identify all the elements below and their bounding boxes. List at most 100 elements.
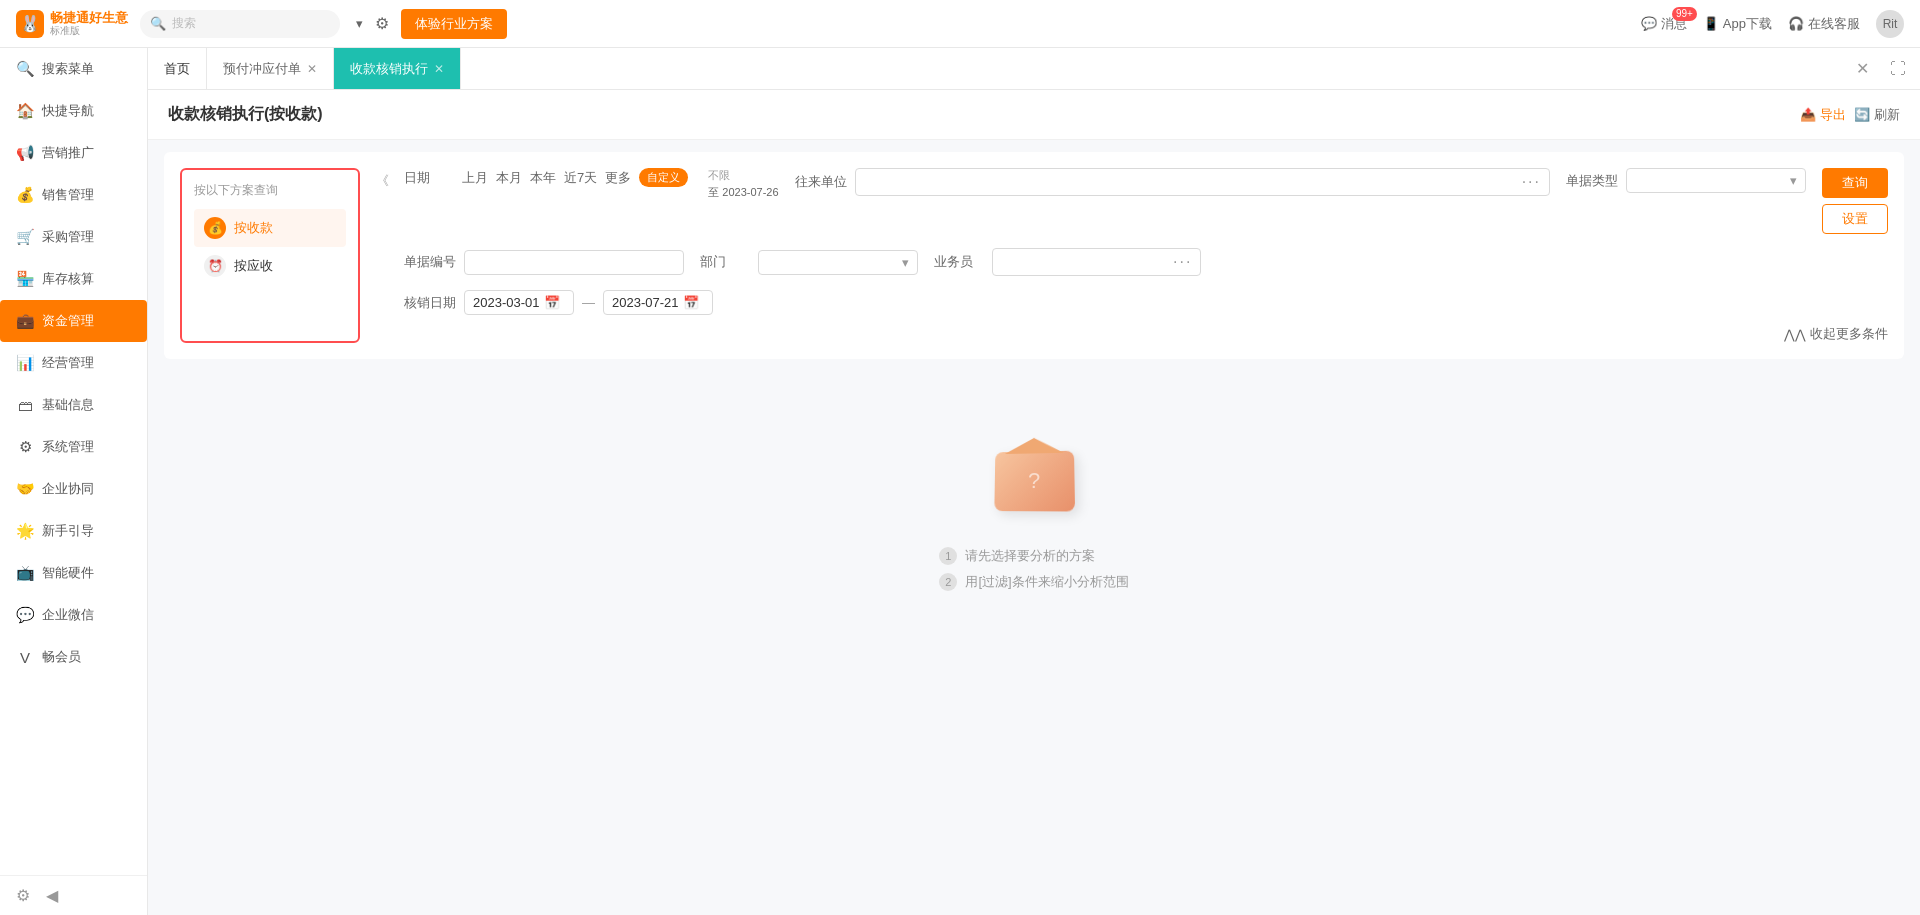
expand-tab-icon[interactable]: ⛶: [1884, 55, 1912, 83]
sidebar-icon-system: ⚙: [16, 438, 34, 456]
collapse-filter-button[interactable]: 《: [372, 168, 392, 343]
doc-no-input[interactable]: [473, 255, 675, 270]
counterpart-dots[interactable]: ···: [1522, 173, 1541, 191]
logo: 🐰 畅捷通好生意 标准版: [16, 10, 128, 38]
sidebar-label-basic: 基础信息: [42, 396, 94, 414]
search-bar[interactable]: 🔍 搜索: [140, 10, 340, 38]
date-7days[interactable]: 近7天: [564, 169, 597, 187]
doc-no-label: 单据编号: [404, 253, 456, 271]
filter-receipt-label: 按收款: [234, 219, 273, 237]
sidebar-item-purchase[interactable]: 🛒 采购管理: [0, 216, 147, 258]
filter-receivable-label: 按应收: [234, 257, 273, 275]
sidebar-item-inventory[interactable]: 🏪 库存核算: [0, 258, 147, 300]
calendar-start-icon: 📅: [544, 295, 560, 310]
export-button[interactable]: 📤 导出: [1800, 106, 1846, 124]
sidebar-icon-search: 🔍: [16, 60, 34, 78]
sidebar-item-weixin[interactable]: 💬 企业微信: [0, 594, 147, 636]
tab-receipt-writeoff[interactable]: 收款核销执行 ✕: [334, 48, 461, 89]
sidebar-icon-member: V: [16, 648, 34, 666]
sidebar-item-marketing[interactable]: 📢 营销推广: [0, 132, 147, 174]
refresh-button[interactable]: 🔄 刷新: [1854, 106, 1900, 124]
tab-close-prepay[interactable]: ✕: [307, 62, 317, 76]
date-separator: —: [582, 295, 595, 310]
gear-icon[interactable]: ⚙: [375, 14, 389, 33]
page-title: 收款核销执行(按收款): [168, 104, 323, 139]
sidebar-icon-hardware: 📺: [16, 564, 34, 582]
sidebar-label-member: 畅会员: [42, 648, 81, 666]
doc-type-select[interactable]: ▾: [1626, 168, 1806, 193]
top-bar: 🐰 畅捷通好生意 标准版 🔍 搜索 ▾ ⚙ 体验行业方案 💬 消息 99+ 📱 …: [0, 0, 1920, 48]
date-more[interactable]: 更多: [605, 169, 631, 187]
staff-dots[interactable]: ···: [1173, 253, 1192, 271]
writeoff-start-text: 2023-03-01: [473, 295, 540, 310]
user-avatar[interactable]: Rit: [1876, 10, 1904, 38]
counterpart-input[interactable]: [864, 175, 1518, 190]
doc-no-input-wrap: [464, 250, 684, 275]
sidebar-item-system[interactable]: ⚙ 系统管理: [0, 426, 147, 468]
writeoff-end-input[interactable]: 2023-07-21 📅: [603, 290, 713, 315]
tip-number-2: 2: [939, 573, 957, 591]
staff-input[interactable]: [1001, 255, 1169, 270]
sidebar-icon-purchase: 🛒: [16, 228, 34, 246]
sidebar-label-finance: 资金管理: [42, 312, 94, 330]
sidebar-item-sales[interactable]: 💰 销售管理: [0, 174, 147, 216]
date-custom-tag[interactable]: 自定义: [639, 168, 688, 187]
message-badge: 99+: [1672, 7, 1697, 21]
sidebar-label-sales: 销售管理: [42, 186, 94, 204]
empty-tip-1: 1 请先选择要分析的方案: [939, 547, 1128, 565]
tab-label-receipt-writeoff: 收款核销执行: [350, 60, 428, 78]
message-button[interactable]: 💬 消息 99+: [1641, 15, 1687, 33]
sidebar-item-hardware[interactable]: 📺 智能硬件: [0, 552, 147, 594]
sidebar-item-guide[interactable]: 🌟 新手引导: [0, 510, 147, 552]
sidebar-icon-basic: 🗃: [16, 396, 34, 414]
query-button[interactable]: 查询: [1822, 168, 1888, 198]
sidebar-item-quick[interactable]: 🏠 快捷导航: [0, 90, 147, 132]
sidebar-bottom: ⚙ ◀: [0, 875, 147, 915]
collapse-sidebar-icon[interactable]: ◀: [46, 886, 58, 905]
doc-type-label: 单据类型: [1566, 172, 1618, 190]
filter-by-receivable[interactable]: ⏰ 按应收: [194, 247, 346, 285]
logo-icon: 🐰: [16, 10, 44, 38]
dept-select[interactable]: ▾: [758, 250, 918, 275]
collapse-more-label: 收起更多条件: [1810, 325, 1888, 343]
sidebar-label-system: 系统管理: [42, 438, 94, 456]
sidebar-label-quick: 快捷导航: [42, 102, 94, 120]
filter-sidebar-title: 按以下方案查询: [194, 182, 346, 199]
sidebar-label-search: 搜索菜单: [42, 60, 94, 78]
tab-prepay[interactable]: 预付冲应付单✕: [207, 48, 334, 89]
solution-button[interactable]: 体验行业方案: [401, 9, 507, 39]
tab-bar-right: ✕ ⛶: [1848, 55, 1920, 83]
query-area: 日期 上月 本月 本年 近7天 更多 自定义 不限: [404, 168, 1888, 343]
content-area: 首页预付冲应付单✕收款核销执行✕ ✕ ⛶ 收款核销执行(按收款) 📤 导出 🔄: [148, 48, 1920, 915]
refresh-label: 刷新: [1874, 106, 1900, 124]
tip-text-1: 请先选择要分析的方案: [965, 547, 1095, 565]
dropdown-arrow[interactable]: ▾: [356, 16, 363, 31]
date-this-year[interactable]: 本年: [530, 169, 556, 187]
sidebar-label-operation: 经营管理: [42, 354, 94, 372]
collapse-more-button[interactable]: ⋀⋀ 收起更多条件: [404, 325, 1888, 343]
sidebar-item-member[interactable]: V 畅会员: [0, 636, 147, 678]
sidebar-item-basic[interactable]: 🗃 基础信息: [0, 384, 147, 426]
page-actions: 📤 导出 🔄 刷新: [1800, 106, 1900, 138]
app-download-button[interactable]: 📱 App下载: [1703, 15, 1772, 33]
close-tab-icon[interactable]: ✕: [1848, 55, 1876, 83]
receipt-icon: 💰: [204, 217, 226, 239]
app-label: App下载: [1723, 15, 1772, 33]
staff-label: 业务员: [934, 253, 984, 271]
tab-home[interactable]: 首页: [148, 48, 207, 89]
setting-button[interactable]: 设置: [1822, 204, 1888, 234]
date-this-month[interactable]: 本月: [496, 169, 522, 187]
counterpart-input-wrap: ···: [855, 168, 1550, 196]
customer-service-button[interactable]: 🎧 在线客服: [1788, 15, 1860, 33]
tab-close-receipt-writeoff[interactable]: ✕: [434, 62, 444, 76]
sidebar-item-finance[interactable]: 💼 资金管理: [0, 300, 147, 342]
date-last-month[interactable]: 上月: [462, 169, 488, 187]
sidebar-item-cooperation[interactable]: 🤝 企业协同: [0, 468, 147, 510]
settings-icon[interactable]: ⚙: [16, 886, 30, 905]
search-placeholder: 搜索: [172, 15, 196, 32]
writeoff-start-input[interactable]: 2023-03-01 📅: [464, 290, 574, 315]
filter-by-receipt[interactable]: 💰 按收款: [194, 209, 346, 247]
sidebar-label-purchase: 采购管理: [42, 228, 94, 246]
sidebar-item-operation[interactable]: 📊 经营管理: [0, 342, 147, 384]
sidebar-item-search[interactable]: 🔍 搜索菜单: [0, 48, 147, 90]
